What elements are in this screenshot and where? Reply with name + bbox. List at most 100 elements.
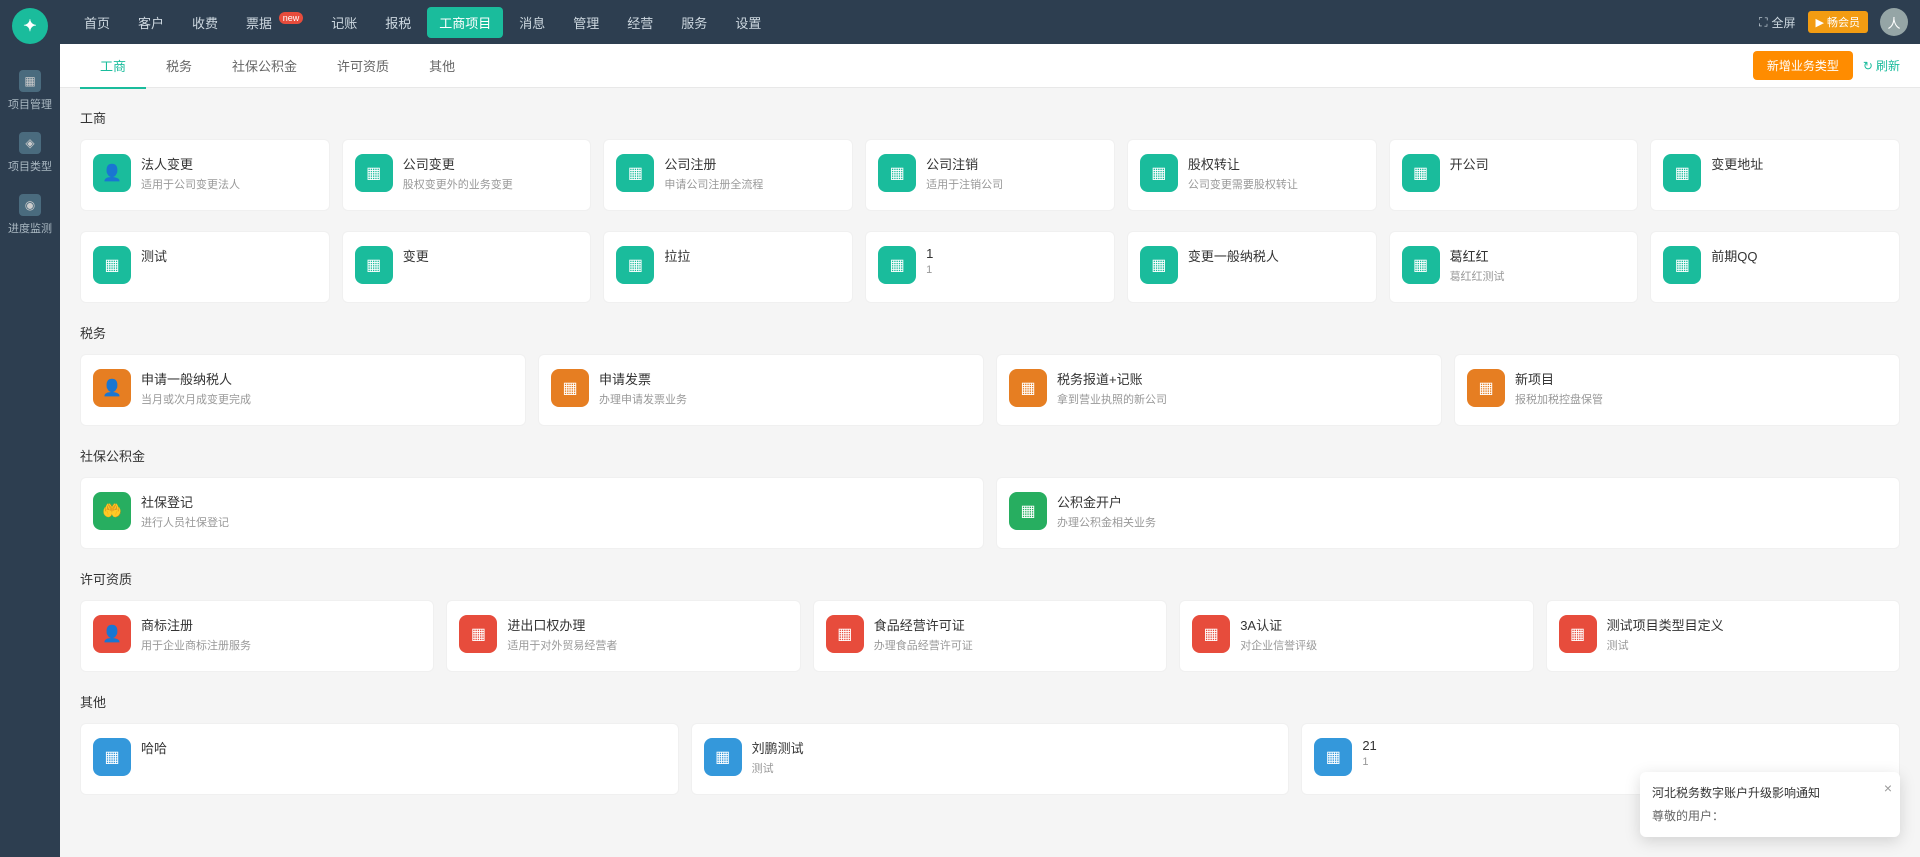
tax-report-text: 税务报道+记账 拿到营业执照的新公司	[1057, 369, 1429, 407]
tab-industrial[interactable]: 工商	[80, 44, 146, 89]
test-icon: ▦	[93, 246, 131, 284]
nav-operation[interactable]: 经营	[615, 7, 665, 38]
refresh-button[interactable]: ↻ 刷新	[1863, 57, 1900, 74]
notification-title: 河北税务数字账户升级影响通知	[1652, 784, 1888, 801]
card-tax-report[interactable]: ▦ 税务报道+记账 拿到营业执照的新公司	[996, 354, 1442, 426]
company-cancel-desc: 适用于注销公司	[926, 176, 1102, 192]
nav-tax[interactable]: 报税	[373, 7, 423, 38]
card-company-change[interactable]: ▦ 公司变更 股权变更外的业务变更	[342, 139, 592, 211]
card-liupeng-test[interactable]: ▦ 刘鹏测试 测试	[691, 723, 1290, 795]
card-apply-taxpayer[interactable]: 👤 申请一般纳税人 当月或次月成变更完成	[80, 354, 526, 426]
tab-other[interactable]: 其他	[409, 44, 475, 89]
new-project-icon: ▦	[1467, 369, 1505, 407]
card-change-address[interactable]: ▦ 变更地址	[1650, 139, 1900, 211]
nav-manage[interactable]: 管理	[561, 7, 611, 38]
liupeng-icon: ▦	[704, 738, 742, 776]
trademark-reg-name: 商标注册	[141, 615, 421, 634]
tax-section-title: 税务	[80, 323, 1900, 342]
project-mgmt-icon: ▦	[19, 70, 41, 92]
card-test[interactable]: ▦ 测试	[80, 231, 330, 303]
card-social-register[interactable]: 🤲 社保登记 进行人员社保登记	[80, 477, 984, 549]
fullscreen-icon: ⛶	[1759, 15, 1767, 30]
apply-invoice-name: 申请发票	[599, 369, 971, 388]
import-export-icon: ▦	[459, 615, 497, 653]
sidebar-logo[interactable]: ✦	[12, 8, 48, 44]
content-wrapper: 工商 税务 社保公积金 许可资质 其他 新增业务类型 ↻ 刷新 工商	[60, 44, 1920, 857]
nav-industrial[interactable]: 工商项目	[427, 7, 503, 38]
card-haha[interactable]: ▦ 哈哈	[80, 723, 679, 795]
add-type-button[interactable]: 新增业务类型	[1753, 51, 1853, 80]
early-qq-icon: ▦	[1663, 246, 1701, 284]
card-apply-invoice[interactable]: ▦ 申请发票 办理申请发票业务	[538, 354, 984, 426]
nav-ticket[interactable]: 票据 new	[234, 7, 315, 38]
vip-label: 畅会员	[1827, 14, 1860, 30]
other-section: 其他 ▦ 哈哈 ▦ 刘鹏测试 测试	[80, 692, 1900, 795]
card-company-cancel[interactable]: ▦ 公司注销 适用于注销公司	[865, 139, 1115, 211]
card-test-type[interactable]: ▦ 测试项目类型目定义 测试	[1546, 600, 1900, 672]
card-lala[interactable]: ▦ 拉拉	[603, 231, 853, 303]
nav-home[interactable]: 首页	[72, 7, 122, 38]
nav-service[interactable]: 服务	[669, 7, 719, 38]
card-import-export[interactable]: ▦ 进出口权办理 适用于对外贸易经营者	[446, 600, 800, 672]
equity-transfer-text: 股权转让 公司变更需要股权转让	[1188, 154, 1364, 192]
company-change-name: 公司变更	[403, 154, 579, 173]
card-legal-change[interactable]: 👤 法人变更 适用于公司变更法人	[80, 139, 330, 211]
nav-settings[interactable]: 设置	[723, 7, 773, 38]
nav-message[interactable]: 消息	[507, 7, 557, 38]
card-early-qq[interactable]: ▦ 前期QQ	[1650, 231, 1900, 303]
sidebar-item-progress-monitor[interactable]: ◉ 进度监测	[0, 184, 60, 246]
tab-tax[interactable]: 税务	[146, 44, 212, 89]
card-change-taxpayer[interactable]: ▦ 变更一般纳税人	[1127, 231, 1377, 303]
vip-button[interactable]: ▶ 畅会员	[1808, 11, 1868, 33]
3a-cert-desc: 对企业信誉评级	[1240, 637, 1520, 653]
haha-text: 哈哈	[141, 738, 666, 760]
notification-close[interactable]: ×	[1884, 780, 1892, 796]
notification-body: 尊敬的用户：	[1652, 807, 1888, 825]
gehonghong-desc: 葛红红测试	[1450, 268, 1626, 284]
import-export-desc: 适用于对外贸易经营者	[507, 637, 787, 653]
fund-account-desc: 办理公积金相关业务	[1057, 514, 1887, 530]
tabs-actions: 新增业务类型 ↻ 刷新	[1753, 51, 1900, 80]
tax-cards: 👤 申请一般纳税人 当月或次月成变更完成 ▦ 申请发票 办理申请发票业务	[80, 354, 1900, 426]
card-company-reg[interactable]: ▦ 公司注册 申请公司注册全流程	[603, 139, 853, 211]
other-cards: ▦ 哈哈 ▦ 刘鹏测试 测试 ▦	[80, 723, 1900, 795]
sidebar-item-project-type[interactable]: ◈ 项目类型	[0, 122, 60, 184]
apply-taxpayer-name: 申请一般纳税人	[141, 369, 513, 388]
legal-change-icon: 👤	[93, 154, 131, 192]
fullscreen-btn[interactable]: ⛶ 全屏	[1759, 14, 1795, 31]
social-register-name: 社保登记	[141, 492, 971, 511]
tax-report-name: 税务报道+记账	[1057, 369, 1429, 388]
test-type-icon: ▦	[1559, 615, 1597, 653]
card-fund-account[interactable]: ▦ 公积金开户 办理公积金相关业务	[996, 477, 1900, 549]
apply-taxpayer-text: 申请一般纳税人 当月或次月成变更完成	[141, 369, 513, 407]
card-food-license[interactable]: ▦ 食品经营许可证 办理食品经营许可证	[813, 600, 1167, 672]
food-license-desc: 办理食品经营许可证	[874, 637, 1154, 653]
test-name: 测试	[141, 246, 317, 265]
liupeng-desc: 测试	[752, 760, 1277, 776]
company-reg-desc: 申请公司注册全流程	[664, 176, 840, 192]
card-equity-transfer[interactable]: ▦ 股权转让 公司变更需要股权转让	[1127, 139, 1377, 211]
card-gehonghong[interactable]: ▦ 葛红红 葛红红测试	[1389, 231, 1639, 303]
card-change2[interactable]: ▦ 变更	[342, 231, 592, 303]
user-avatar[interactable]: 人	[1880, 8, 1908, 36]
industrial-cards-row1: 👤 法人变更 适用于公司变更法人 ▦ 公司变更 股权变更外的业务变更	[80, 139, 1900, 211]
card-3a-cert[interactable]: ▦ 3A认证 对企业信誉评级	[1179, 600, 1533, 672]
card-open-company[interactable]: ▦ 开公司	[1389, 139, 1639, 211]
nav-accounting[interactable]: 记账	[319, 7, 369, 38]
twenty-one-name: 21	[1362, 738, 1887, 753]
tab-social[interactable]: 社保公积金	[212, 44, 317, 89]
test-type-desc: 测试	[1607, 637, 1887, 653]
nav-billing[interactable]: 收费	[180, 7, 230, 38]
refresh-icon: ↻	[1863, 59, 1873, 73]
card-one[interactable]: ▦ 1 1	[865, 231, 1115, 303]
refresh-label: 刷新	[1876, 57, 1900, 74]
card-trademark-reg[interactable]: 👤 商标注册 用于企业商标注册服务	[80, 600, 434, 672]
sidebar-item-project-mgmt[interactable]: ▦ 项目管理	[0, 60, 60, 122]
open-company-name: 开公司	[1450, 154, 1626, 173]
card-new-project[interactable]: ▦ 新项目 报税加税控盘保管	[1454, 354, 1900, 426]
new-project-text: 新项目 报税加税控盘保管	[1515, 369, 1887, 407]
apply-invoice-icon: ▦	[551, 369, 589, 407]
tab-license[interactable]: 许可资质	[317, 44, 409, 89]
test-type-text: 测试项目类型目定义 测试	[1607, 615, 1887, 653]
nav-customer[interactable]: 客户	[126, 7, 176, 38]
